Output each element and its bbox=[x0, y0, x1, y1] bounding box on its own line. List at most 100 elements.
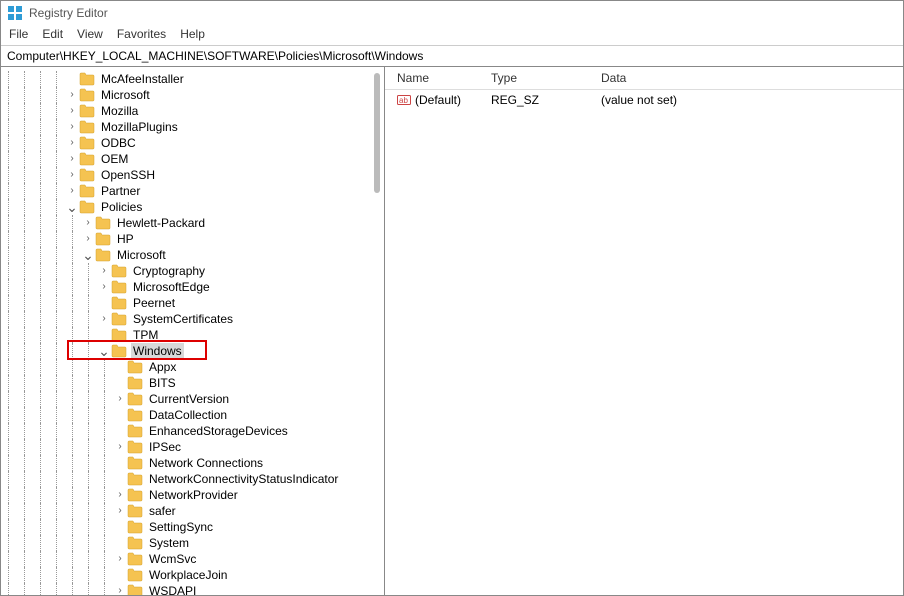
tree-item-label: Mozilla bbox=[99, 103, 140, 119]
tree-item-label: HP bbox=[115, 231, 136, 247]
tree-item[interactable]: Appx bbox=[1, 359, 384, 375]
tree-item[interactable]: ›OpenSSH bbox=[1, 167, 384, 183]
menu-edit[interactable]: Edit bbox=[42, 27, 63, 41]
tree-item-label: BITS bbox=[147, 375, 178, 391]
chevron-right-icon[interactable]: › bbox=[65, 103, 79, 119]
folder-icon bbox=[79, 104, 95, 118]
folder-icon bbox=[127, 376, 143, 390]
tree-item[interactable]: Peernet bbox=[1, 295, 384, 311]
tree-item[interactable]: ⌄Windows bbox=[1, 343, 384, 359]
menu-file[interactable]: File bbox=[9, 27, 28, 41]
chevron-right-icon[interactable]: › bbox=[97, 263, 111, 279]
tree-item[interactable]: › Partner bbox=[1, 183, 384, 199]
tree-item[interactable]: McAfeeInstaller bbox=[1, 71, 384, 87]
tree-item[interactable]: ⌄Policies bbox=[1, 199, 384, 215]
tree-item[interactable]: ›IPSec bbox=[1, 439, 384, 455]
value-row[interactable]: ab (Default) REG_SZ (value not set) bbox=[385, 90, 903, 110]
folder-icon bbox=[127, 504, 143, 518]
address-bar[interactable]: Computer\HKEY_LOCAL_MACHINE\SOFTWARE\Pol… bbox=[1, 45, 903, 67]
chevron-down-icon[interactable]: ⌄ bbox=[81, 250, 95, 260]
tree-item[interactable]: ⌄ Microsoft bbox=[1, 247, 384, 263]
tree-item[interactable]: SettingSync bbox=[1, 519, 384, 535]
chevron-right-icon[interactable]: › bbox=[113, 503, 127, 519]
column-header-name[interactable]: Name bbox=[385, 71, 491, 85]
chevron-right-icon[interactable]: › bbox=[97, 279, 111, 295]
tree-item-label: Partner bbox=[99, 183, 142, 199]
title-bar: Registry Editor bbox=[1, 1, 903, 25]
chevron-down-icon[interactable]: ⌄ bbox=[65, 202, 79, 212]
tree-item-label: Hewlett-Packard bbox=[115, 215, 207, 231]
chevron-right-icon[interactable]: › bbox=[65, 183, 79, 199]
tree-item-label: Cryptography bbox=[131, 263, 207, 279]
tree-item[interactable]: EnhancedStorageDevices bbox=[1, 423, 384, 439]
tree-item[interactable]: › Microsoft bbox=[1, 87, 384, 103]
chevron-right-icon[interactable]: › bbox=[113, 487, 127, 503]
chevron-right-icon[interactable]: › bbox=[113, 391, 127, 407]
chevron-right-icon[interactable]: › bbox=[113, 439, 127, 455]
tree-pane[interactable]: McAfeeInstaller›Microsoft›Mozilla›Mozill… bbox=[1, 67, 385, 595]
tree-item[interactable]: › WcmSvc bbox=[1, 551, 384, 567]
folder-icon bbox=[127, 472, 143, 486]
folder-icon bbox=[127, 440, 143, 454]
tree-item[interactable]: ›OEM bbox=[1, 151, 384, 167]
tree-item[interactable]: › HP bbox=[1, 231, 384, 247]
folder-icon bbox=[127, 568, 143, 582]
tree-item[interactable]: ›NetworkProvider bbox=[1, 487, 384, 503]
tree-item-label: Microsoft bbox=[115, 247, 168, 263]
column-header-type[interactable]: Type bbox=[491, 71, 601, 85]
menu-bar: File Edit View Favorites Help bbox=[1, 25, 903, 45]
tree-item-label: SystemCertificates bbox=[131, 311, 235, 327]
tree-item-label: Appx bbox=[147, 359, 178, 375]
tree-item-label: Microsoft bbox=[99, 87, 152, 103]
tree-item[interactable]: BITS bbox=[1, 375, 384, 391]
chevron-right-icon[interactable]: › bbox=[113, 583, 127, 595]
tree-item[interactable]: WorkplaceJoin bbox=[1, 567, 384, 583]
folder-icon bbox=[95, 232, 111, 246]
menu-help[interactable]: Help bbox=[180, 27, 205, 41]
chevron-right-icon[interactable]: › bbox=[65, 151, 79, 167]
chevron-right-icon[interactable]: › bbox=[81, 231, 95, 247]
tree-item[interactable]: Network Connections bbox=[1, 455, 384, 471]
folder-icon bbox=[127, 408, 143, 422]
tree-item[interactable]: ›CurrentVersion bbox=[1, 391, 384, 407]
tree-item-label: Network Connections bbox=[147, 455, 265, 471]
tree-item[interactable]: TPM bbox=[1, 327, 384, 343]
folder-icon bbox=[79, 184, 95, 198]
tree-item[interactable]: › Hewlett-Packard bbox=[1, 215, 384, 231]
tree-item-label: MozillaPlugins bbox=[99, 119, 180, 135]
tree: McAfeeInstaller›Microsoft›Mozilla›Mozill… bbox=[1, 67, 384, 595]
chevron-right-icon[interactable]: › bbox=[65, 87, 79, 103]
folder-icon bbox=[127, 456, 143, 470]
chevron-down-icon[interactable]: ⌄ bbox=[97, 346, 111, 356]
chevron-right-icon[interactable]: › bbox=[113, 551, 127, 567]
values-pane[interactable]: Name Type Data ab (Default) REG_SZ (valu… bbox=[385, 67, 903, 595]
tree-item[interactable]: › MozillaPlugins bbox=[1, 119, 384, 135]
folder-icon bbox=[79, 88, 95, 102]
tree-item-label: WcmSvc bbox=[147, 551, 198, 567]
column-header-data[interactable]: Data bbox=[601, 71, 903, 85]
chevron-right-icon[interactable]: › bbox=[97, 311, 111, 327]
folder-icon bbox=[127, 424, 143, 438]
tree-item[interactable]: System bbox=[1, 535, 384, 551]
tree-scrollbar[interactable] bbox=[374, 73, 380, 193]
tree-item[interactable]: › Cryptography bbox=[1, 263, 384, 279]
tree-item[interactable]: ›safer bbox=[1, 503, 384, 519]
menu-view[interactable]: View bbox=[77, 27, 103, 41]
tree-item[interactable]: ›MicrosoftEdge bbox=[1, 279, 384, 295]
tree-item[interactable]: ›WSDAPI bbox=[1, 583, 384, 595]
chevron-right-icon[interactable]: › bbox=[65, 119, 79, 135]
folder-icon bbox=[127, 360, 143, 374]
tree-item[interactable]: DataCollection bbox=[1, 407, 384, 423]
chevron-right-icon[interactable]: › bbox=[81, 215, 95, 231]
chevron-right-icon[interactable]: › bbox=[65, 167, 79, 183]
chevron-right-icon[interactable]: › bbox=[65, 135, 79, 151]
tree-item[interactable]: NetworkConnectivityStatusIndicator bbox=[1, 471, 384, 487]
tree-item[interactable]: › Mozilla bbox=[1, 103, 384, 119]
menu-favorites[interactable]: Favorites bbox=[117, 27, 166, 41]
tree-item[interactable]: › SystemCertificates bbox=[1, 311, 384, 327]
tree-item-label: EnhancedStorageDevices bbox=[147, 423, 290, 439]
folder-icon bbox=[111, 344, 127, 358]
value-data: (value not set) bbox=[601, 93, 903, 107]
tree-item[interactable]: ›ODBC bbox=[1, 135, 384, 151]
tree-item-label: WorkplaceJoin bbox=[147, 567, 229, 583]
